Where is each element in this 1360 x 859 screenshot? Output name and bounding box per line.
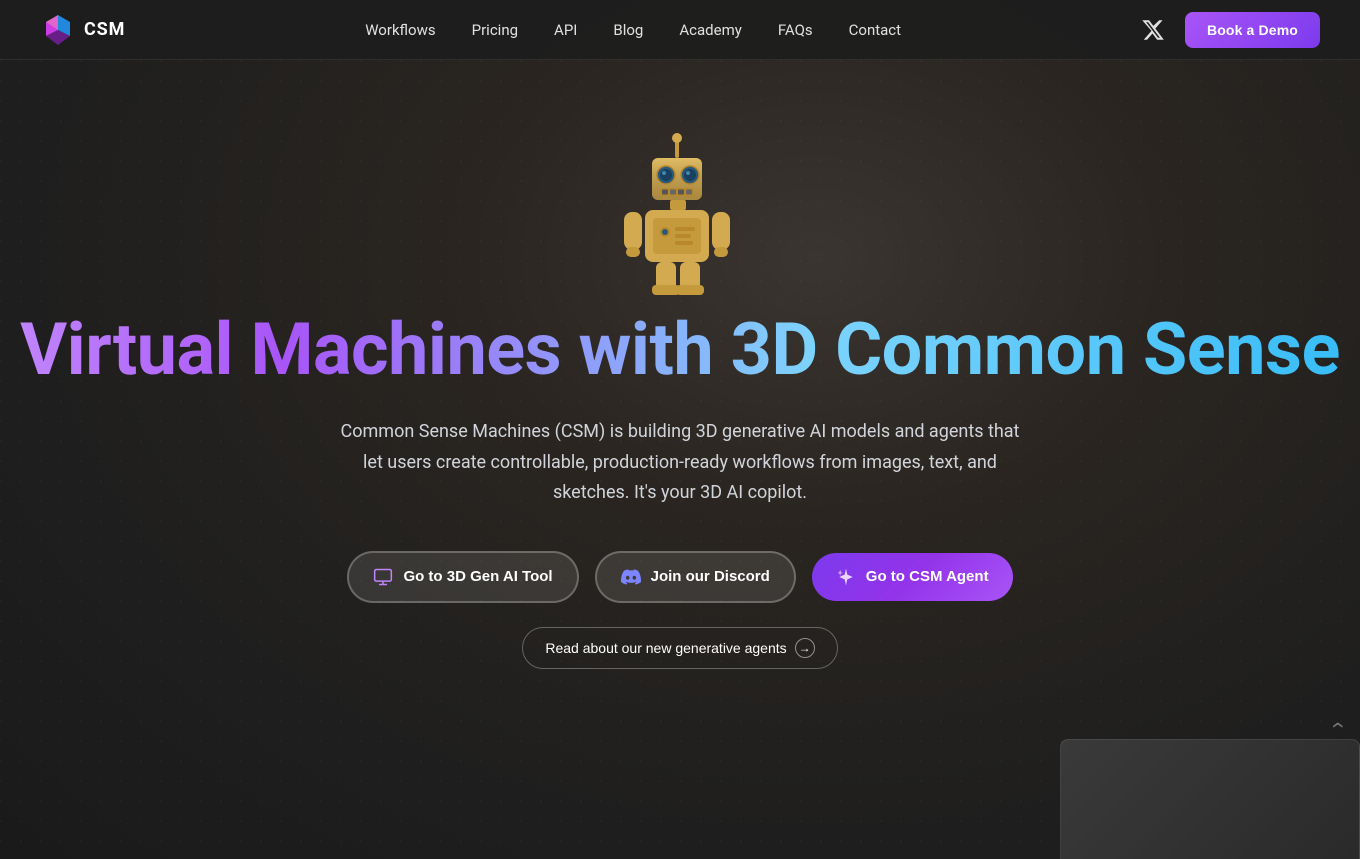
cta-3d-tool-label: Go to 3D Gen AI Tool: [403, 568, 552, 585]
cta-buttons: Go to 3D Gen AI Tool Join our Discord Go…: [347, 551, 1012, 603]
csm-logo-icon: [40, 12, 76, 48]
navbar: CSM Workflows Pricing API Blog Academy F…: [0, 0, 1360, 60]
cta-3d-tool-button[interactable]: Go to 3D Gen AI Tool: [347, 551, 578, 603]
bottom-device-preview: [1060, 739, 1360, 859]
nav-link-blog[interactable]: Blog: [613, 21, 643, 39]
hero-section: Virtual Machines with 3D Common Sense Co…: [0, 60, 1360, 669]
cta-discord-label: Join our Discord: [651, 568, 770, 585]
sparkle-icon: [836, 567, 856, 587]
cta-agent-button[interactable]: Go to CSM Agent: [812, 553, 1013, 601]
nav-links: Workflows Pricing API Blog Academy FAQs …: [365, 21, 901, 39]
nav-link-faqs[interactable]: FAQs: [778, 21, 813, 39]
monitor-icon: [373, 567, 393, 587]
robot-svg: [590, 120, 770, 300]
robot-illustration: [590, 120, 770, 300]
cta-agent-label: Go to CSM Agent: [866, 568, 989, 585]
scroll-indicator: ›: [1322, 721, 1350, 728]
hero-subtitle: Common Sense Machines (CSM) is building …: [330, 417, 1030, 509]
nav-link-pricing[interactable]: Pricing: [472, 21, 518, 39]
logo-text: CSM: [84, 19, 125, 40]
nav-link-workflows[interactable]: Workflows: [365, 21, 435, 39]
hero-title: Virtual Machines with 3D Common Sense: [20, 310, 1340, 389]
cta-discord-button[interactable]: Join our Discord: [595, 551, 796, 603]
read-agents-link[interactable]: Read about our new generative agents →: [522, 627, 837, 669]
nav-right: Book a Demo: [1141, 12, 1320, 48]
read-agents-text: Read about our new generative agents: [545, 640, 786, 656]
nav-link-contact[interactable]: Contact: [849, 21, 901, 39]
discord-icon: [621, 567, 641, 587]
arrow-circle-icon: →: [795, 638, 815, 658]
nav-link-academy[interactable]: Academy: [679, 21, 741, 39]
book-demo-button[interactable]: Book a Demo: [1185, 12, 1320, 48]
nav-link-api[interactable]: API: [554, 21, 577, 39]
x-twitter-icon[interactable]: [1141, 18, 1165, 42]
logo[interactable]: CSM: [40, 12, 125, 48]
